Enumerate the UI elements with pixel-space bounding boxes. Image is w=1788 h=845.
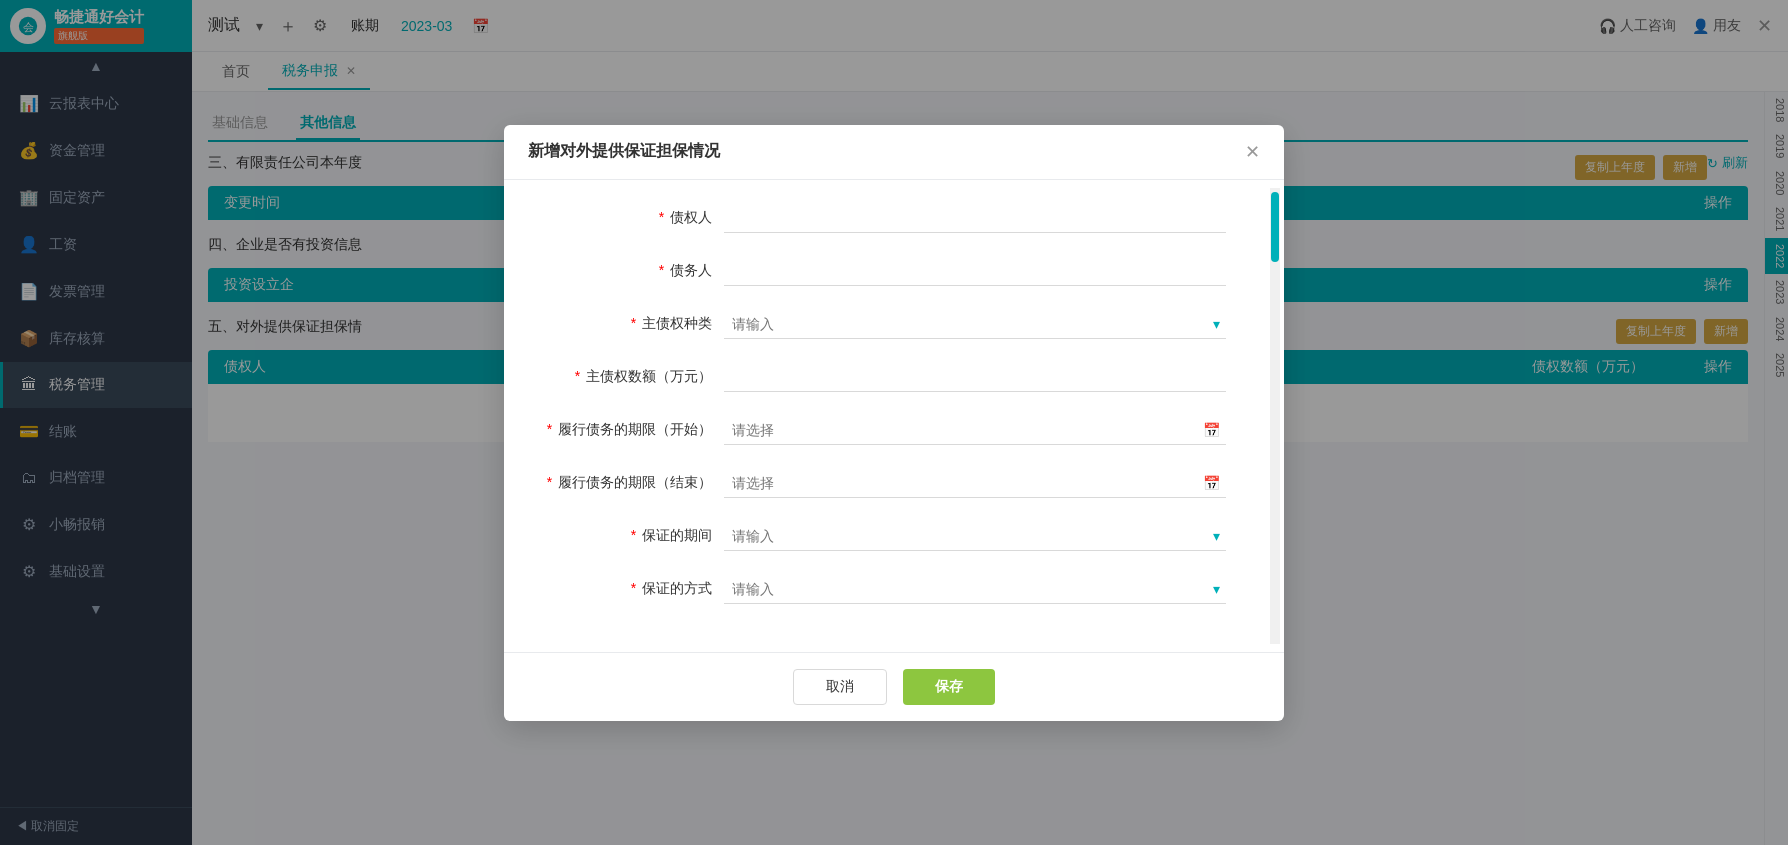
credit-type-dropdown-icon[interactable]: ▾ [1207,316,1226,332]
dialog-scroll-thumb [1271,192,1279,262]
dialog-header: 新增对外提供保证担保情况 ✕ [504,125,1284,180]
dialog-overlay: 新增对外提供保证担保情况 ✕ * 债权人 * 债务人 [0,0,1788,845]
debt-end-date-wrap[interactable]: 📅 [724,469,1226,498]
form-row-creditor: * 债权人 [544,204,1226,233]
debt-start-date-wrap[interactable]: 📅 [724,416,1226,445]
debt-end-calendar-icon[interactable]: 📅 [1197,475,1226,491]
credit-amount-input[interactable] [724,363,1226,392]
debt-start-calendar-icon[interactable]: 📅 [1197,422,1226,438]
creditor-input[interactable] [724,204,1226,233]
credit-type-select-wrap[interactable]: ▾ [724,310,1226,339]
guarantee-method-dropdown-icon[interactable]: ▾ [1207,581,1226,597]
credit-amount-label: * 主债权数额（万元） [544,368,724,386]
debt-end-input[interactable] [724,469,1197,497]
dialog-close-button[interactable]: ✕ [1245,141,1260,163]
guarantee-period-label: * 保证的期间 [544,527,724,545]
form-row-debt-end: * 履行债务的期限（结束） 📅 [544,469,1226,498]
form-row-guarantee-period: * 保证的期间 ▾ [544,522,1226,551]
form-row-debtor: * 债务人 [544,257,1226,286]
guarantee-period-select-wrap[interactable]: ▾ [724,522,1226,551]
form-row-credit-amount: * 主债权数额（万元） [544,363,1226,392]
debt-end-label: * 履行债务的期限（结束） [544,474,724,492]
credit-type-label: * 主债权种类 [544,315,724,333]
form-row-guarantee-method: * 保证的方式 ▾ [544,575,1226,604]
dialog-body: * 债权人 * 债务人 * 主债权种 [504,180,1266,652]
form-row-debt-start: * 履行债务的期限（开始） 📅 [544,416,1226,445]
guarantee-method-label: * 保证的方式 [544,580,724,598]
dialog: 新增对外提供保证担保情况 ✕ * 债权人 * 债务人 [504,125,1284,721]
cancel-button[interactable]: 取消 [793,669,887,705]
save-button[interactable]: 保存 [903,669,995,705]
guarantee-period-input[interactable] [724,522,1207,550]
dialog-title: 新增对外提供保证担保情况 [528,141,720,162]
guarantee-method-input[interactable] [724,575,1207,603]
guarantee-method-select-wrap[interactable]: ▾ [724,575,1226,604]
required-star: * [659,209,664,225]
credit-type-input[interactable] [724,310,1207,338]
creditor-label: * 债权人 [544,209,724,227]
debt-start-label: * 履行债务的期限（开始） [544,421,724,439]
form-row-credit-type: * 主债权种类 ▾ [544,310,1226,339]
dialog-footer: 取消 保存 [504,652,1284,721]
debtor-input[interactable] [724,257,1226,286]
dialog-scrollbar[interactable] [1270,188,1280,644]
debt-start-input[interactable] [724,416,1197,444]
guarantee-period-dropdown-icon[interactable]: ▾ [1207,528,1226,544]
debtor-label: * 债务人 [544,262,724,280]
